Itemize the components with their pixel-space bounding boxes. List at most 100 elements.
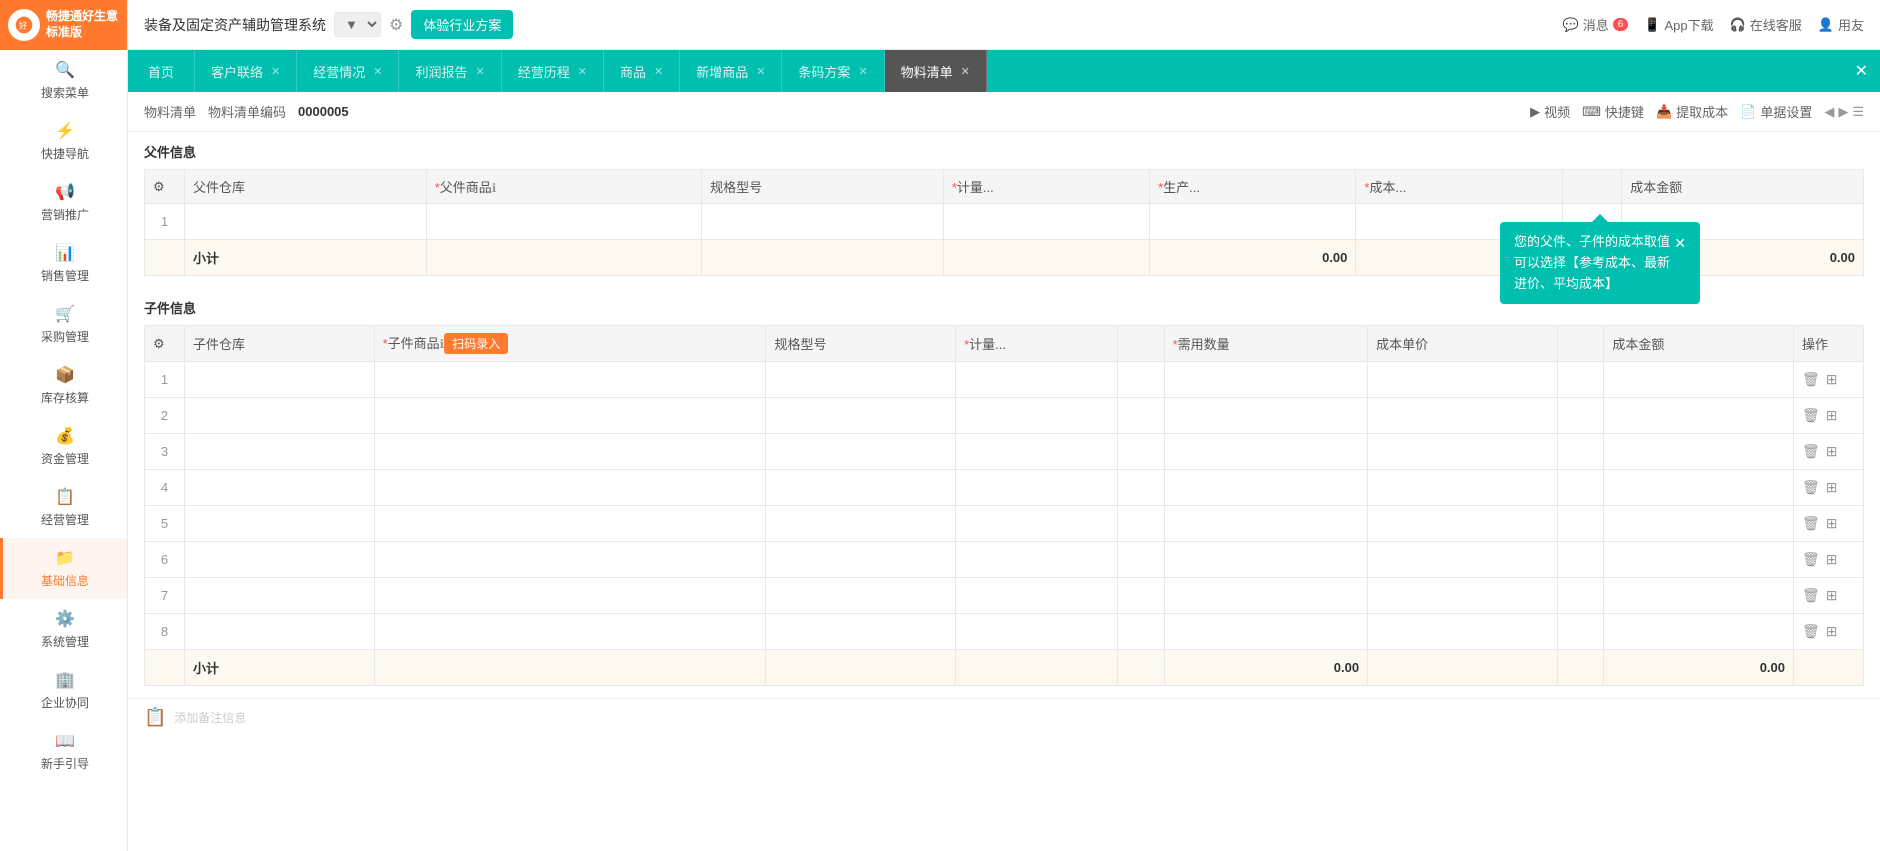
sidebar-item-quick-nav[interactable]: ⚡ 快捷导航	[0, 111, 127, 172]
child-row-3-spec[interactable]	[766, 434, 956, 470]
tab-history-close[interactable]: ✕	[578, 65, 587, 78]
child-row-3-goods[interactable]	[374, 434, 766, 470]
tooltip-close[interactable]: ✕	[1674, 232, 1686, 254]
child-row-8-unit[interactable]	[956, 614, 1118, 650]
tab-barcode-close[interactable]: ✕	[858, 65, 867, 78]
child-row-1-delete[interactable]: 🗑	[1802, 371, 1820, 388]
child-row-4-delete[interactable]: 🗑	[1802, 479, 1820, 496]
child-row-1-goods[interactable]	[374, 362, 766, 398]
child-row-4-unit[interactable]	[956, 470, 1118, 506]
child-row-2-unit[interactable]	[956, 398, 1118, 434]
user-action[interactable]: 👤 用友	[1818, 15, 1864, 34]
child-row-2-goods[interactable]	[374, 398, 766, 434]
tab-new-goods[interactable]: 新增商品 ✕	[680, 50, 782, 92]
child-row-6-spec[interactable]	[766, 542, 956, 578]
child-row-3-qty[interactable]	[1164, 434, 1368, 470]
child-row-7-qty[interactable]	[1164, 578, 1368, 614]
tab-history[interactable]: 经营历程 ✕	[502, 50, 604, 92]
child-row-1-qty[interactable]	[1164, 362, 1368, 398]
tab-goods[interactable]: 商品 ✕	[604, 50, 680, 92]
settings-icon[interactable]: ⚙	[389, 15, 403, 35]
scan-btn[interactable]: 扫码录入	[444, 333, 508, 354]
shortcut-btn[interactable]: ⌨ 快捷键	[1582, 102, 1644, 121]
child-row-3-unit-cost[interactable]	[1368, 434, 1558, 470]
child-row-3-delete[interactable]: 🗑	[1802, 443, 1820, 460]
child-row-5-unit[interactable]	[956, 506, 1118, 542]
parent-row-1-goods[interactable]	[426, 204, 701, 240]
close-all-tabs[interactable]: ✕	[1843, 61, 1880, 81]
tab-operation-status-close[interactable]: ✕	[373, 65, 382, 78]
child-row-4-unit-cost[interactable]	[1368, 470, 1558, 506]
tab-goods-close[interactable]: ✕	[654, 65, 663, 78]
child-row-5-delete[interactable]: 🗑	[1802, 515, 1820, 532]
child-row-8-delete[interactable]: 🗑	[1802, 623, 1820, 640]
child-row-3-copy[interactable]: ⊞	[1826, 443, 1838, 460]
child-row-1-unit-cost[interactable]	[1368, 362, 1558, 398]
next-page[interactable]: ▶	[1838, 104, 1848, 120]
child-row-2-delete[interactable]: 🗑	[1802, 407, 1820, 424]
tab-barcode[interactable]: 条码方案 ✕	[782, 50, 884, 92]
child-row-6-delete[interactable]: 🗑	[1802, 551, 1820, 568]
child-row-5-unit-cost[interactable]	[1368, 506, 1558, 542]
child-row-7-copy[interactable]: ⊞	[1826, 587, 1838, 604]
child-row-8-unit-cost[interactable]	[1368, 614, 1558, 650]
child-row-8-spec[interactable]	[766, 614, 956, 650]
child-row-5-copy[interactable]: ⊞	[1826, 515, 1838, 532]
tab-bom[interactable]: 物料清单 ✕	[885, 50, 987, 92]
child-row-5-warehouse[interactable]	[185, 506, 375, 542]
system-selector[interactable]: ▼	[334, 12, 381, 37]
child-row-5-spec[interactable]	[766, 506, 956, 542]
child-row-1-warehouse[interactable]	[185, 362, 375, 398]
tab-profit-close[interactable]: ✕	[476, 65, 485, 78]
tab-customer-close[interactable]: ✕	[271, 65, 280, 78]
sidebar-item-inventory[interactable]: 📦 库存核算	[0, 355, 127, 416]
child-row-6-unit[interactable]	[956, 542, 1118, 578]
child-row-7-warehouse[interactable]	[185, 578, 375, 614]
child-row-4-goods[interactable]	[374, 470, 766, 506]
tab-profit[interactable]: 利润报告 ✕	[399, 50, 501, 92]
video-btn[interactable]: ▶ 视频	[1530, 102, 1570, 121]
child-row-7-goods[interactable]	[374, 578, 766, 614]
child-row-1-spec[interactable]	[766, 362, 956, 398]
extract-cost-btn[interactable]: 📥 提取成本	[1656, 102, 1728, 121]
tab-customer[interactable]: 客户联络 ✕	[195, 50, 297, 92]
child-row-6-unit-cost[interactable]	[1368, 542, 1558, 578]
child-row-2-copy[interactable]: ⊞	[1826, 407, 1838, 424]
sidebar-item-guide[interactable]: 📖 新手引导	[0, 721, 127, 782]
child-row-6-qty[interactable]	[1164, 542, 1368, 578]
sidebar-item-enterprise[interactable]: 🏢 企业协同	[0, 660, 127, 721]
tab-operation-status[interactable]: 经营情况 ✕	[297, 50, 399, 92]
child-row-3-warehouse[interactable]	[185, 434, 375, 470]
tab-new-goods-close[interactable]: ✕	[756, 65, 765, 78]
parent-row-1-unit[interactable]	[943, 204, 1149, 240]
child-row-8-warehouse[interactable]	[185, 614, 375, 650]
child-row-1-copy[interactable]: ⊞	[1826, 371, 1838, 388]
grid-view[interactable]: ☰	[1852, 104, 1864, 120]
child-row-4-copy[interactable]: ⊞	[1826, 479, 1838, 496]
child-row-6-goods[interactable]	[374, 542, 766, 578]
child-row-4-spec[interactable]	[766, 470, 956, 506]
child-row-1-unit[interactable]	[956, 362, 1118, 398]
child-row-2-qty[interactable]	[1164, 398, 1368, 434]
sidebar-item-search[interactable]: 🔍 搜索菜单	[0, 50, 127, 111]
child-row-7-unit-cost[interactable]	[1368, 578, 1558, 614]
child-row-6-warehouse[interactable]	[185, 542, 375, 578]
child-row-6-copy[interactable]: ⊞	[1826, 551, 1838, 568]
child-row-4-qty[interactable]	[1164, 470, 1368, 506]
child-row-2-spec[interactable]	[766, 398, 956, 434]
child-row-8-goods[interactable]	[374, 614, 766, 650]
child-row-2-unit-cost[interactable]	[1368, 398, 1558, 434]
sidebar-item-basic-info[interactable]: 📁 基础信息	[0, 538, 127, 599]
child-row-4-warehouse[interactable]	[185, 470, 375, 506]
child-row-3-unit[interactable]	[956, 434, 1118, 470]
message-action[interactable]: 💬 消息 6	[1563, 15, 1629, 34]
tab-bom-close[interactable]: ✕	[961, 65, 970, 78]
gear-icon[interactable]: ⚙	[153, 179, 165, 194]
parent-row-1-spec[interactable]	[702, 204, 944, 240]
sidebar-item-sales[interactable]: 📊 销售管理	[0, 233, 127, 294]
child-row-5-qty[interactable]	[1164, 506, 1368, 542]
sidebar-item-operation[interactable]: 📋 经营管理	[0, 477, 127, 538]
trial-btn[interactable]: 体验行业方案	[411, 10, 513, 39]
child-row-8-qty[interactable]	[1164, 614, 1368, 650]
app-download-action[interactable]: 📱 App下载	[1644, 15, 1713, 34]
